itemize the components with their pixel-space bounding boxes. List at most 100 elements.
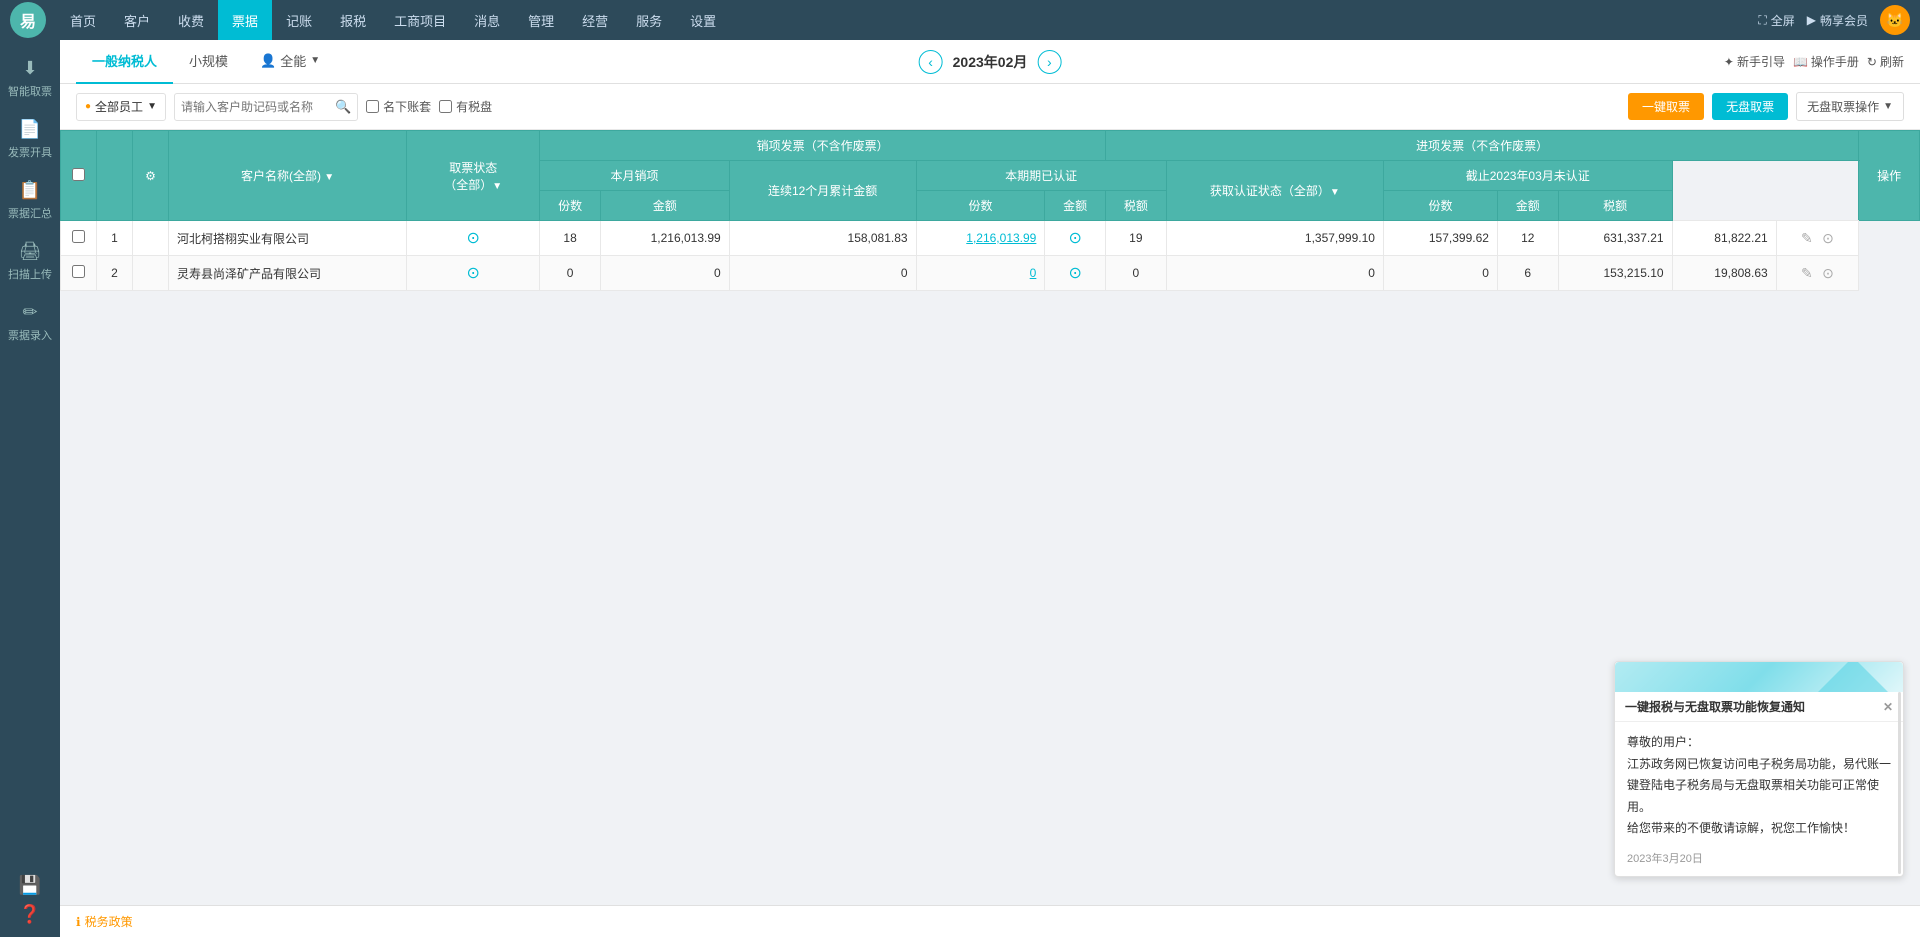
row-sales-count: 18 bbox=[540, 221, 601, 256]
download-icon: ⬇ bbox=[22, 58, 37, 79]
beginner-guide-button[interactable]: ✦ 新手引导 bbox=[1724, 53, 1785, 70]
notification-body: 尊敬的用户： 江苏政务网已恢复访问电子税务局功能，易代账一键登陆电子税务局与无盘… bbox=[1615, 722, 1903, 850]
copy-icon[interactable]: ⊙ bbox=[1822, 230, 1834, 246]
one-key-ticket-button[interactable]: 一键取票 bbox=[1628, 93, 1704, 120]
tab-small-scale[interactable]: 小规模 bbox=[173, 40, 244, 84]
search-icon[interactable]: 🔍 bbox=[335, 99, 351, 115]
row-company: 河北柯搭栩实业有限公司 bbox=[169, 221, 407, 256]
row-ticket-status: ⊙ bbox=[407, 221, 540, 256]
notification-content: 尊敬的用户： 江苏政务网已恢复访问电子税务局功能，易代账一键登陆电子税务局与无盘… bbox=[1627, 732, 1891, 840]
next-month-button[interactable]: › bbox=[1037, 50, 1061, 74]
app-logo: 易 bbox=[10, 2, 46, 38]
no-disk-ticket-button[interactable]: 无盘取票 bbox=[1712, 93, 1788, 120]
nav-customer[interactable]: 客户 bbox=[110, 0, 164, 40]
refresh-button[interactable]: ↻ 刷新 bbox=[1867, 53, 1904, 70]
info-icon: ℹ bbox=[76, 915, 81, 929]
row-cert-count: 19 bbox=[1106, 221, 1167, 256]
list-icon: 📋 bbox=[19, 180, 41, 201]
sidebar-item-invoice-summary[interactable]: 📋 票据汇总 bbox=[0, 172, 60, 229]
toolbar-right-buttons: 一键取票 无盘取票 无盘取票操作 ▼ bbox=[1628, 92, 1904, 121]
status-check-icon: ⊙ bbox=[466, 230, 479, 247]
nav-tax[interactable]: 报税 bbox=[326, 0, 380, 40]
tab-general-taxpayer[interactable]: 一般纳税人 bbox=[76, 40, 173, 84]
fullscreen-icon: ⛶ bbox=[1758, 13, 1766, 28]
notification-close-button[interactable]: ✕ bbox=[1883, 700, 1893, 714]
nav-manage[interactable]: 管理 bbox=[514, 0, 568, 40]
sidebar-bottom-icon1[interactable]: 💾 bbox=[19, 875, 41, 896]
status-check-icon: ⊙ bbox=[466, 265, 479, 282]
row-settings bbox=[133, 256, 169, 291]
row-uncert-amount: 631,337.21 bbox=[1558, 221, 1672, 256]
dropdown-ops-icon: ▼ bbox=[1883, 101, 1893, 112]
left-sidebar: ⬇ 智能取票 📄 发票开具 📋 票据汇总 🖨 扫描上传 ✏ 票据录入 💾 ❓ bbox=[0, 40, 60, 937]
sidebar-bottom-icon2[interactable]: ❓ bbox=[19, 904, 41, 925]
no-disk-ops-button[interactable]: 无盘取票操作 ▼ bbox=[1796, 92, 1904, 121]
row-uncert-tax: 81,822.21 bbox=[1672, 221, 1776, 256]
row-num: 2 bbox=[97, 256, 133, 291]
has-taxdisk-checkbox[interactable]: 有税盘 bbox=[439, 98, 492, 115]
th-uncert-count: 份数 bbox=[1383, 191, 1497, 221]
nav-fee[interactable]: 收费 bbox=[164, 0, 218, 40]
nav-message[interactable]: 消息 bbox=[460, 0, 514, 40]
search-input[interactable] bbox=[181, 100, 331, 114]
notification-title: 一键报税与无盘取票功能恢复通知 bbox=[1625, 698, 1805, 715]
person-icon: 👤 bbox=[260, 53, 276, 69]
nav-business[interactable]: 工商项目 bbox=[380, 0, 460, 40]
notification-header: 一键报税与无盘取票功能恢复通知 ✕ bbox=[1615, 692, 1903, 722]
table-row: 2 灵寿县尚泽矿产品有限公司 ⊙ 0 0 0 0 ⊙ 0 0 0 6 153,2… bbox=[61, 256, 1920, 291]
avatar[interactable]: 🐱 bbox=[1880, 5, 1910, 35]
edit-icon[interactable]: ✎ bbox=[1801, 230, 1813, 246]
invoice-table: ⚙ 客户名称(全部) ▼ 取票状态（全部）▼ 销项发票（不含作废票） 进项发票（… bbox=[60, 130, 1920, 291]
row-settings bbox=[133, 221, 169, 256]
sidebar-item-invoice-open[interactable]: 📄 发票开具 bbox=[0, 111, 60, 168]
th-settings: ⚙ bbox=[133, 131, 169, 221]
row-num: 1 bbox=[97, 221, 133, 256]
bottom-bar: ℹ 税务政策 bbox=[60, 905, 1920, 937]
row-uncert-count: 6 bbox=[1497, 256, 1558, 291]
nav-service[interactable]: 服务 bbox=[622, 0, 676, 40]
sidebar-item-smart-ticket[interactable]: ⬇ 智能取票 bbox=[0, 50, 60, 107]
sub-tabs-left: 一般纳税人 小规模 👤 全能 ▼ bbox=[76, 40, 336, 84]
nav-operation[interactable]: 经营 bbox=[568, 0, 622, 40]
date-navigation: ‹ 2023年02月 › bbox=[919, 50, 1062, 74]
row-sales-amount: 0 bbox=[600, 256, 729, 291]
refresh-icon: ↻ bbox=[1867, 55, 1877, 69]
manual-button[interactable]: 📖 操作手册 bbox=[1793, 53, 1859, 70]
row-cert-amount: 1,357,999.10 bbox=[1166, 221, 1383, 256]
th-checkbox bbox=[61, 131, 97, 221]
th-ticket-status: 取票状态（全部）▼ bbox=[407, 131, 540, 221]
row-uncert-tax: 19,808.63 bbox=[1672, 256, 1776, 291]
nav-settings[interactable]: 设置 bbox=[676, 0, 730, 40]
row-checkbox-1[interactable] bbox=[72, 265, 85, 278]
nav-invoice[interactable]: 票据 bbox=[218, 0, 272, 40]
row-cert-icon: ⊙ bbox=[1045, 221, 1106, 256]
tab-all-capable[interactable]: 👤 全能 ▼ bbox=[244, 40, 336, 84]
th-customer-name: 客户名称(全部) ▼ bbox=[169, 131, 407, 221]
nav-bookkeeping[interactable]: 记账 bbox=[272, 0, 326, 40]
copy-icon[interactable]: ⊙ bbox=[1822, 265, 1834, 281]
select-all-checkbox[interactable] bbox=[72, 168, 85, 181]
row-cumulative: 0 bbox=[916, 256, 1045, 291]
under-name-checkbox[interactable]: 名下账套 bbox=[366, 98, 431, 115]
prev-month-button[interactable]: ‹ bbox=[919, 50, 943, 74]
row-checkbox-0[interactable] bbox=[72, 230, 85, 243]
notification-date: 2023年3月20日 bbox=[1615, 850, 1903, 876]
scrollbar[interactable] bbox=[1898, 692, 1901, 874]
employee-filter-dropdown[interactable]: ● 全部员工 ▼ bbox=[76, 93, 166, 121]
th-uncert-tax: 税额 bbox=[1558, 191, 1672, 221]
edit-icon[interactable]: ✎ bbox=[1801, 265, 1813, 281]
sidebar-item-scan-upload[interactable]: 🖨 扫描上传 bbox=[0, 233, 60, 290]
nav-home[interactable]: 首页 bbox=[56, 0, 110, 40]
tax-policy-button[interactable]: ℹ 税务政策 bbox=[76, 913, 133, 930]
table-row: 1 河北柯搭栩实业有限公司 ⊙ 18 1,216,013.99 158,081.… bbox=[61, 221, 1920, 256]
th-uncert-amount: 金额 bbox=[1497, 191, 1558, 221]
member-button[interactable]: ▶ 畅享会员 bbox=[1807, 12, 1868, 29]
th-cert-tax: 税额 bbox=[1106, 191, 1167, 221]
fullscreen-button[interactable]: ⛶ 全屏 bbox=[1758, 12, 1794, 29]
th-certified-period: 本期期已认证 bbox=[916, 161, 1166, 191]
nav-menu: 首页 客户 收费 票据 记账 报税 工商项目 消息 管理 经营 服务 设置 bbox=[56, 0, 730, 40]
nav-right-area: ⛶ 全屏 ▶ 畅享会员 🐱 bbox=[1758, 5, 1910, 35]
employee-icon: ● bbox=[85, 101, 91, 112]
row-ticket-status: ⊙ bbox=[407, 256, 540, 291]
sidebar-item-invoice-entry[interactable]: ✏ 票据录入 bbox=[0, 294, 60, 351]
